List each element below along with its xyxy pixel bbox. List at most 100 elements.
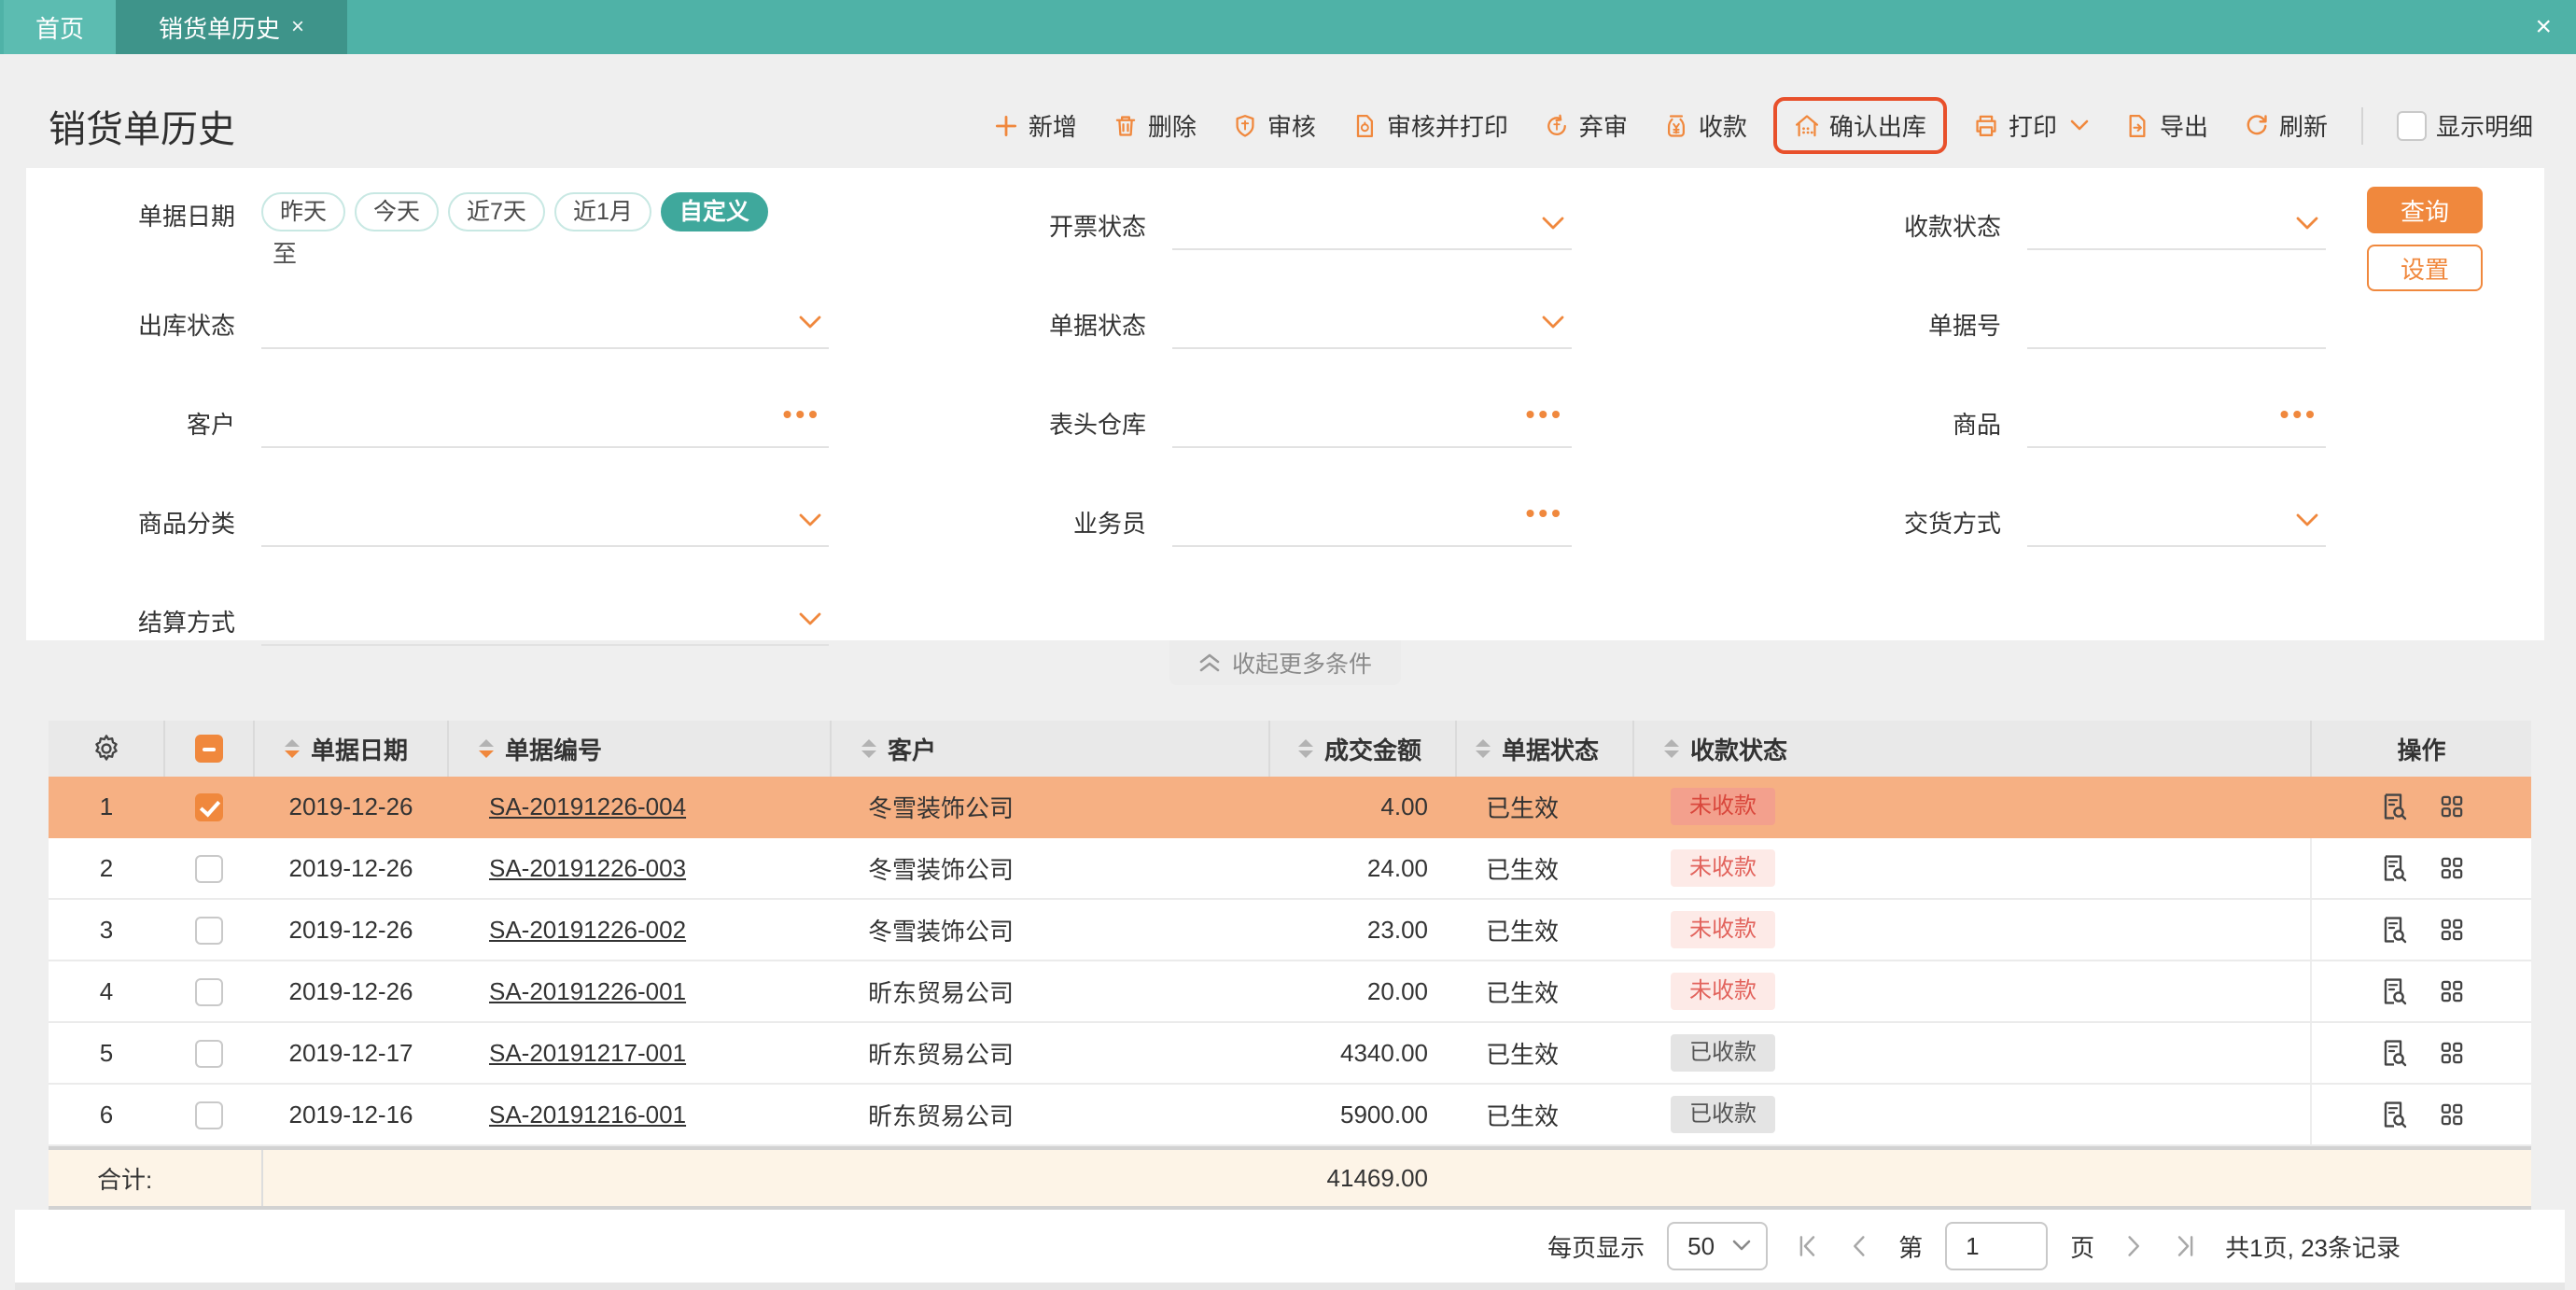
row-checkbox[interactable] bbox=[195, 978, 223, 1007]
audit-button[interactable]: 审核 bbox=[1223, 99, 1325, 152]
column-header-amount[interactable]: 成交金额 bbox=[1269, 721, 1457, 777]
settlement-method-select[interactable] bbox=[261, 596, 829, 646]
settings-button[interactable]: 设置 bbox=[2367, 245, 2483, 291]
outbound-status-select[interactable] bbox=[261, 299, 829, 349]
column-settings-gear-icon[interactable] bbox=[91, 733, 122, 764]
payment-status-select[interactable] bbox=[2027, 200, 2326, 250]
row-checkbox[interactable] bbox=[195, 793, 223, 822]
column-header-customer[interactable]: 客户 bbox=[831, 721, 1270, 777]
tab-sales-history[interactable]: 销货单历史 × bbox=[116, 0, 347, 54]
date-preset-last1month[interactable]: 近1月 bbox=[553, 192, 651, 231]
page-size-select[interactable]: 50 bbox=[1667, 1222, 1769, 1270]
document-number-input[interactable] bbox=[2027, 299, 2326, 349]
tab-close-icon[interactable]: × bbox=[291, 14, 304, 40]
column-header-date[interactable]: 单据日期 bbox=[254, 721, 449, 777]
document-print-icon bbox=[1356, 114, 1373, 137]
grid-more-icon[interactable] bbox=[2438, 916, 2466, 944]
delete-button-label: 删除 bbox=[1147, 113, 1197, 141]
table-row[interactable]: 6 2019-12-16 SA-20191216-001 昕东贸易公司 5900.00 已… bbox=[49, 1084, 2531, 1146]
invoice-status-select[interactable] bbox=[1172, 200, 1572, 250]
column-header-payment-status[interactable]: 收款状态 bbox=[1633, 721, 2312, 777]
document-number-link[interactable]: SA-20191226-004 bbox=[489, 792, 686, 820]
sort-icon[interactable] bbox=[1664, 739, 1679, 758]
show-detail-toggle[interactable]: 显示明细 bbox=[2387, 99, 2542, 152]
grid-more-icon[interactable] bbox=[2438, 792, 2466, 820]
salesperson-lookup[interactable]: ••• bbox=[1172, 497, 1572, 547]
window-tab-bar: 首页 销货单历史 × × bbox=[0, 0, 2576, 54]
last-page-icon[interactable] bbox=[2173, 1233, 2199, 1259]
warehouse-out-icon bbox=[1795, 114, 1818, 136]
filter-field-delivery-method: 交货方式 bbox=[1792, 472, 2544, 571]
view-detail-icon[interactable] bbox=[2378, 976, 2408, 1006]
sort-icon[interactable] bbox=[861, 739, 876, 758]
window-close-icon[interactable]: × bbox=[2535, 0, 2552, 54]
date-preset-custom[interactable]: 自定义 bbox=[660, 192, 768, 231]
row-checkbox[interactable] bbox=[195, 917, 223, 946]
table-row[interactable]: 2 2019-12-26 SA-20191226-003 冬雪装饰公司 24.00 已生效… bbox=[49, 837, 2531, 900]
page-size-label: 每页显示 bbox=[1547, 1233, 1645, 1262]
row-checkbox[interactable] bbox=[195, 855, 223, 884]
document-number-link[interactable]: SA-20191226-002 bbox=[489, 916, 686, 944]
sort-icon[interactable] bbox=[1297, 739, 1313, 758]
grid-more-icon[interactable] bbox=[2438, 1039, 2466, 1067]
row-index: 2 bbox=[49, 837, 164, 900]
filter-field-header-warehouse: 表头仓库 ••• bbox=[937, 373, 1792, 472]
table-row[interactable]: 4 2019-12-26 SA-20191226-001 昕东贸易公司 20.00 已生效… bbox=[49, 960, 2531, 1023]
receive-payment-button[interactable]: 收款 bbox=[1654, 99, 1757, 152]
confirm-outbound-button[interactable]: 确认出库 bbox=[1772, 97, 1947, 154]
select-all-checkbox[interactable] bbox=[195, 735, 223, 763]
view-detail-icon[interactable] bbox=[2378, 853, 2408, 883]
document-number-link[interactable]: SA-20191226-003 bbox=[489, 854, 686, 882]
view-detail-icon[interactable] bbox=[2378, 792, 2408, 821]
sort-icon[interactable] bbox=[479, 739, 494, 758]
next-page-icon[interactable] bbox=[2121, 1233, 2147, 1259]
document-number-link[interactable]: SA-20191226-001 bbox=[489, 977, 686, 1005]
table-row[interactable]: 5 2019-12-17 SA-20191217-001 昕东贸易公司 4340.00 已… bbox=[49, 1022, 2531, 1085]
tab-home[interactable]: 首页 bbox=[4, 0, 116, 54]
grid-more-icon[interactable] bbox=[2438, 854, 2466, 882]
query-button[interactable]: 查询 bbox=[2367, 187, 2483, 233]
bottom-scroll-strip[interactable] bbox=[15, 1283, 2565, 1290]
view-detail-icon[interactable] bbox=[2378, 1038, 2408, 1068]
grid-more-icon[interactable] bbox=[2438, 1101, 2466, 1129]
goods-lookup[interactable]: ••• bbox=[2027, 398, 2326, 448]
column-header-number[interactable]: 单据编号 bbox=[448, 721, 832, 777]
date-preset-yesterday[interactable]: 昨天 bbox=[261, 192, 346, 231]
audit-and-print-button[interactable]: 审核并打印 bbox=[1342, 99, 1518, 152]
view-detail-icon[interactable] bbox=[2378, 1100, 2408, 1129]
toolbar-divider bbox=[2360, 106, 2363, 145]
first-page-icon[interactable] bbox=[1794, 1233, 1820, 1259]
delete-button[interactable]: 删除 bbox=[1103, 99, 1206, 152]
add-button[interactable]: 新增 bbox=[984, 99, 1086, 152]
collapse-more-filters[interactable]: 收起更多条件 bbox=[1169, 640, 1401, 685]
view-detail-icon[interactable] bbox=[2378, 915, 2408, 945]
document-status-select[interactable] bbox=[1172, 299, 1572, 349]
page-number-input[interactable]: 1 bbox=[1945, 1222, 2049, 1270]
refresh-button-label: 刷新 bbox=[2278, 113, 2328, 141]
export-button[interactable]: 导出 bbox=[2115, 99, 2218, 152]
table-row[interactable]: 1 2019-12-26 SA-20191226-004 冬雪装饰公司 4.00 已生效 未… bbox=[49, 777, 2531, 838]
header-warehouse-lookup[interactable]: ••• bbox=[1172, 398, 1572, 448]
refresh-button[interactable]: 刷新 bbox=[2234, 99, 2337, 152]
filter-label: 单据状态 bbox=[1048, 311, 1146, 340]
document-number-link[interactable]: SA-20191217-001 bbox=[489, 1039, 686, 1067]
print-button[interactable]: 打印 bbox=[1964, 99, 2098, 152]
date-preset-last7days[interactable]: 近7天 bbox=[448, 192, 545, 231]
document-number-link[interactable]: SA-20191216-001 bbox=[489, 1101, 686, 1129]
grid-more-icon[interactable] bbox=[2438, 977, 2466, 1005]
unaudit-button[interactable]: 弃审 bbox=[1534, 99, 1637, 152]
column-header-status[interactable]: 单据状态 bbox=[1456, 721, 1634, 777]
previous-page-icon[interactable] bbox=[1846, 1233, 1872, 1259]
sort-icon[interactable] bbox=[1476, 739, 1491, 758]
show-detail-checkbox[interactable] bbox=[2396, 110, 2427, 141]
date-preset-today[interactable]: 今天 bbox=[355, 192, 440, 231]
table-row[interactable]: 3 2019-12-26 SA-20191226-002 冬雪装饰公司 23.00 已生效… bbox=[49, 899, 2531, 961]
row-amount: 5900.00 bbox=[1269, 1084, 1456, 1146]
customer-lookup[interactable]: ••• bbox=[261, 398, 829, 448]
sort-icon[interactable] bbox=[285, 739, 300, 758]
row-checkbox[interactable] bbox=[195, 1101, 223, 1130]
delivery-method-select[interactable] bbox=[2027, 497, 2326, 547]
row-status: 已生效 bbox=[1456, 837, 1633, 900]
row-checkbox[interactable] bbox=[195, 1040, 223, 1069]
goods-category-select[interactable] bbox=[261, 497, 829, 547]
